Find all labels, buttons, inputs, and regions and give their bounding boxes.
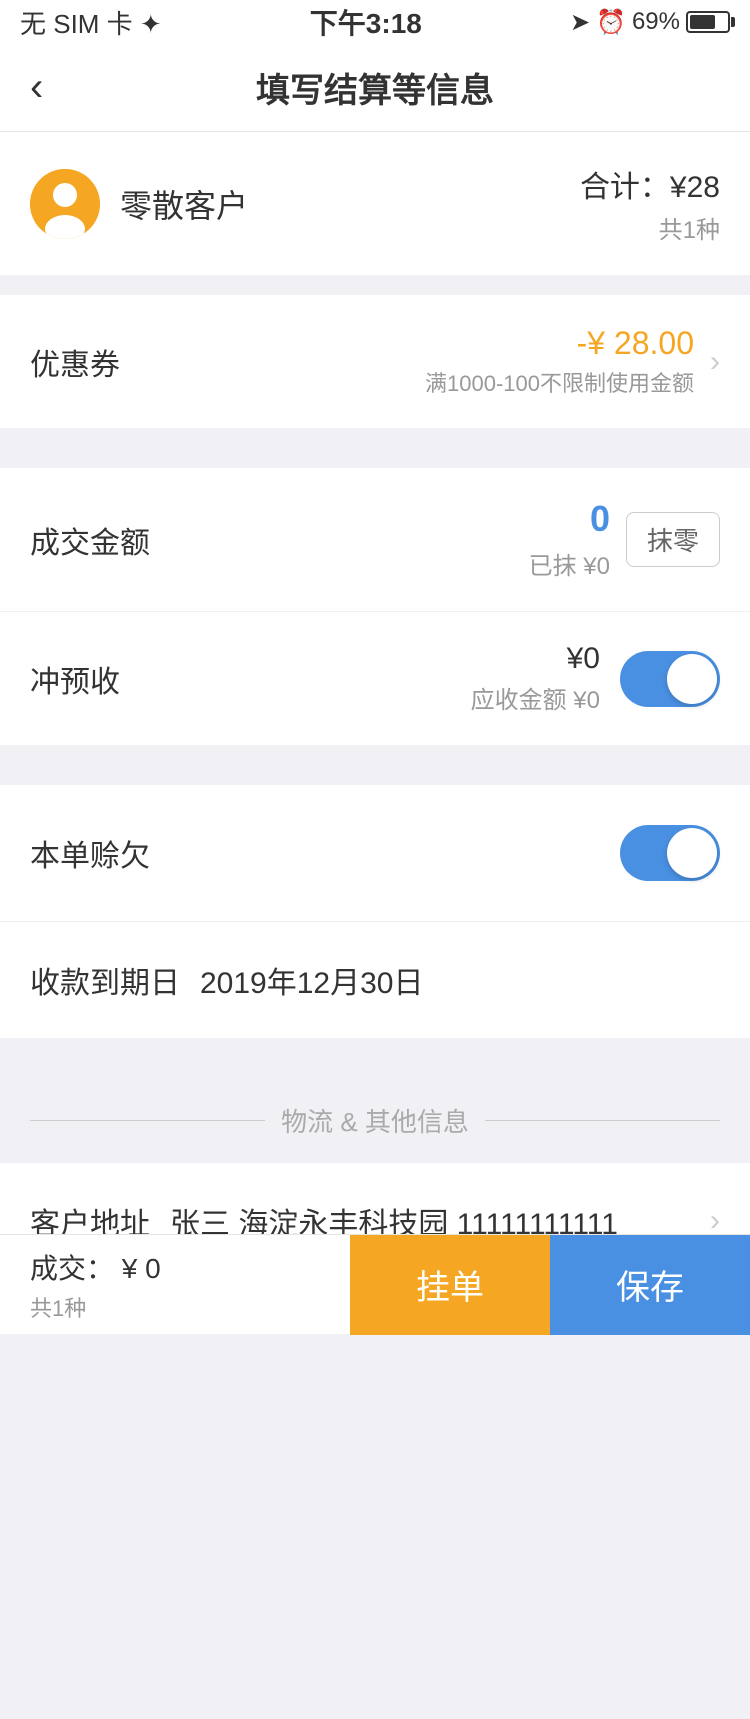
bottom-deal-row: 成交： ¥ 0 <box>30 1247 320 1287</box>
transaction-section: 成交金额 0 已抹 ¥0 抹零 冲预收 ¥0 应收金额 ¥0 <box>0 468 750 745</box>
location-icon: ➤ <box>570 8 590 37</box>
amount-value[interactable]: 0 <box>529 498 610 540</box>
debt-label: 本单赊欠 <box>30 831 150 875</box>
bottom-deal-amount: ¥ 0 <box>122 1253 161 1284</box>
logistics-label: 物流 & 其他信息 <box>281 1102 469 1139</box>
due-date-row: 收款到期日 2019年12月30日 <box>0 922 750 1038</box>
status-time: 下午3:18 <box>310 2 422 42</box>
debt-toggle[interactable] <box>620 825 720 881</box>
pre-receive-toggle[interactable] <box>620 651 720 707</box>
customer-row: 零散客户 合计：¥28 共1种 <box>0 132 750 275</box>
divider-1 <box>0 448 750 468</box>
coupon-chevron: › <box>710 345 720 379</box>
toggle-knob <box>667 654 717 704</box>
customer-summary: 合计：¥28 共1种 <box>580 162 720 245</box>
debt-toggle-knob <box>667 828 717 878</box>
coupon-right: -¥ 28.00 满1000-100不限制使用金额 › <box>425 325 720 398</box>
bottom-count: 共1种 <box>30 1291 320 1323</box>
avatar <box>30 169 100 239</box>
coupon-value-group: -¥ 28.00 满1000-100不限制使用金额 <box>425 325 694 398</box>
status-left: 无 SIM 卡 ✦ <box>20 4 162 41</box>
logistics-section: 物流 & 其他信息 <box>0 1078 750 1163</box>
coupon-section: 优惠券 -¥ 28.00 满1000-100不限制使用金额 › <box>0 295 750 428</box>
pre-receive-amount: ¥0 <box>471 642 600 676</box>
alarm-icon: ⏰ <box>596 8 626 37</box>
hold-button[interactable]: 挂单 <box>350 1235 550 1335</box>
save-button[interactable]: 保存 <box>550 1235 750 1335</box>
debt-section: 本单赊欠 收款到期日 2019年12月30日 <box>0 785 750 1038</box>
debt-row: 本单赊欠 <box>0 785 750 922</box>
coupon-desc: 满1000-100不限制使用金额 <box>425 366 694 398</box>
total-amount: 合计：¥28 <box>580 162 720 206</box>
amount-row: 成交金额 0 已抹 ¥0 抹零 <box>0 468 750 612</box>
empty-space <box>0 1299 750 1599</box>
coupon-row[interactable]: 优惠券 -¥ 28.00 满1000-100不限制使用金额 › <box>0 295 750 428</box>
sim-status: 无 SIM 卡 ✦ <box>20 4 162 41</box>
status-right: ➤ ⏰ 69% <box>570 8 730 37</box>
battery-icon <box>686 11 730 33</box>
page-title: 填写结算等信息 <box>256 63 494 112</box>
nav-bar: ‹ 填写结算等信息 <box>0 44 750 132</box>
customer-left: 零散客户 <box>30 169 248 239</box>
divider-2 <box>0 765 750 785</box>
logistics-divider: 物流 & 其他信息 <box>0 1078 750 1163</box>
coupon-label: 优惠券 <box>30 340 120 384</box>
amount-input-area: 0 已抹 ¥0 抹零 <box>529 498 720 581</box>
bottom-bar: 成交： ¥ 0 共1种 挂单 保存 <box>0 1234 750 1334</box>
already-rounded: 已抹 ¥0 <box>529 546 610 581</box>
due-date-value[interactable]: 2019年12月30日 <box>200 958 423 1002</box>
round-button[interactable]: 抹零 <box>626 512 720 567</box>
pre-receive-row: 冲预收 ¥0 应收金额 ¥0 <box>0 612 750 745</box>
divider-line-left <box>30 1120 265 1121</box>
pre-receive-receivable: 应收金额 ¥0 <box>471 680 600 715</box>
amount-label: 成交金额 <box>30 518 150 562</box>
content: 零散客户 合计：¥28 共1种 优惠券 -¥ 28.00 满1000-100不限… <box>0 132 750 1719</box>
address-chevron: › <box>710 1204 720 1238</box>
back-button[interactable]: ‹ <box>30 65 43 110</box>
bottom-info: 成交： ¥ 0 共1种 <box>0 1247 350 1323</box>
due-date-label: 收款到期日 <box>30 958 180 1002</box>
divider-3 <box>0 1058 750 1078</box>
bottom-deal-label: 成交： <box>30 1253 114 1284</box>
status-bar: 无 SIM 卡 ✦ 下午3:18 ➤ ⏰ 69% <box>0 0 750 44</box>
divider-line-right <box>485 1120 720 1121</box>
total-count: 共1种 <box>580 210 720 245</box>
coupon-amount: -¥ 28.00 <box>425 325 694 362</box>
pre-receive-label: 冲预收 <box>30 657 120 701</box>
customer-name: 零散客户 <box>120 181 248 227</box>
pre-receive-values: ¥0 应收金额 ¥0 <box>471 642 600 715</box>
battery-percent: 69% <box>632 8 680 36</box>
